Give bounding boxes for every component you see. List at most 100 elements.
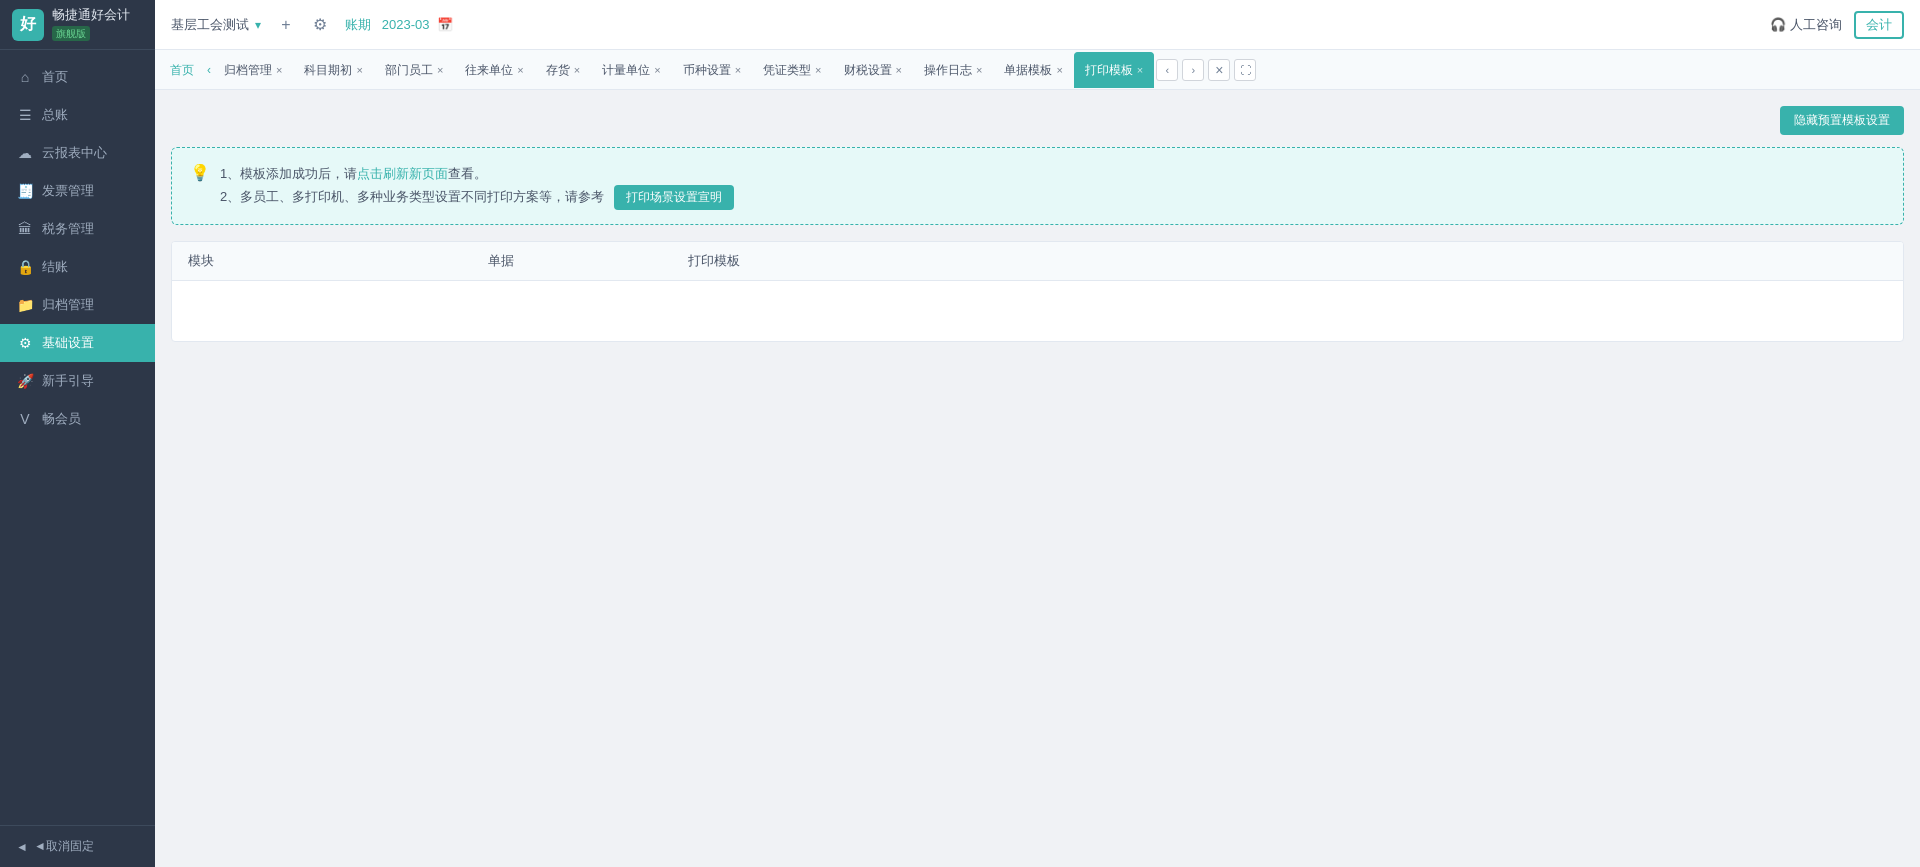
sidebar-item-label: 税务管理 — [42, 220, 94, 238]
notice-box: 💡 1、模板添加成功后，请点击刷新新页面查看。 2、多员工、多打印机、多种业务类… — [171, 147, 1904, 225]
tab-close-icon[interactable]: × — [1137, 64, 1143, 76]
tab-close-icon[interactable]: × — [815, 64, 821, 76]
sidebar-item-label: 云报表中心 — [42, 144, 107, 162]
tab-inventory[interactable]: 存货 × — [535, 52, 591, 88]
logo-text: 畅捷通好会计 旗舰版 — [52, 7, 130, 42]
logo-name: 畅捷通好会计 — [52, 7, 130, 24]
calendar-icon[interactable]: 📅 — [437, 17, 453, 32]
tab-label: 凭证类型 — [763, 62, 811, 79]
member-icon: V — [16, 411, 34, 427]
unpin-icon: ◄ — [16, 840, 28, 854]
guide-icon: 🚀 — [16, 373, 34, 389]
tab-department[interactable]: 部门员工 × — [374, 52, 454, 88]
tab-label: 单据模板 — [1004, 62, 1052, 79]
sidebar-item-guide[interactable]: 🚀 新手引导 — [0, 362, 155, 400]
headphone-icon: 🎧 — [1770, 17, 1786, 32]
tab-expand-button[interactable]: ⛶ — [1234, 59, 1256, 81]
tab-close-icon[interactable]: × — [654, 64, 660, 76]
sidebar-item-label: 畅会员 — [42, 410, 81, 428]
notice-line-1: 1、模板添加成功后，请点击刷新新页面查看。 — [220, 162, 1885, 185]
column-module: 模块 — [172, 252, 472, 270]
sidebar-item-settings[interactable]: ⚙ 基础设置 — [0, 324, 155, 362]
archive-icon: 📁 — [16, 297, 34, 313]
notice-line2-prefix: 2、多员工、多打印机、多种业务类型设置不同打印方案等，请参考 — [220, 189, 604, 204]
topbar-right: 🎧 人工咨询 会计 — [1770, 11, 1904, 39]
sidebar-item-label: 首页 — [42, 68, 68, 86]
sidebar-item-ledger[interactable]: ☰ 总账 — [0, 96, 155, 134]
ledger-icon: ☰ — [16, 107, 34, 123]
column-doc: 单据 — [472, 252, 672, 270]
logo-badge: 旗舰版 — [52, 26, 90, 41]
sidebar-item-archive[interactable]: 📁 归档管理 — [0, 286, 155, 324]
tab-label: 归档管理 — [224, 62, 272, 79]
notice-line-2: 2、多员工、多打印机、多种业务类型设置不同打印方案等，请参考 打印场景设置宣明 — [220, 185, 1885, 210]
tab-close-icon[interactable]: × — [356, 64, 362, 76]
support-label: 人工咨询 — [1790, 16, 1842, 34]
tab-unit[interactable]: 计量单位 × — [591, 52, 671, 88]
sidebar-item-member[interactable]: V 畅会员 — [0, 400, 155, 438]
sidebar-item-label: 新手引导 — [42, 372, 94, 390]
tax-icon: 🏛 — [16, 221, 34, 237]
close-accounts-icon: 🔒 — [16, 259, 34, 275]
table-body — [172, 281, 1903, 341]
settings-icon: ⚙ — [16, 335, 34, 351]
notice-lightbulb-icon: 💡 — [190, 163, 210, 182]
refresh-link[interactable]: 点击刷新新页面 — [357, 166, 448, 181]
notice-content: 💡 1、模板添加成功后，请点击刷新新页面查看。 2、多员工、多打印机、多种业务类… — [190, 162, 1885, 210]
unpin-label: ◄取消固定 — [34, 838, 94, 855]
project-dropdown-icon: ▾ — [255, 18, 261, 32]
notice-text: 1、模板添加成功后，请点击刷新新页面查看。 2、多员工、多打印机、多种业务类型设… — [220, 162, 1885, 210]
column-template: 打印模板 — [672, 252, 1903, 270]
project-selector[interactable]: 基层工会测试 ▾ — [171, 16, 261, 34]
main-area: 基层工会测试 ▾ + ⚙ 账期 2023-03 📅 🎧 人工咨询 会计 首页 ‹… — [155, 0, 1920, 867]
tab-close-icon[interactable]: × — [437, 64, 443, 76]
tab-label: 科目期初 — [304, 62, 352, 79]
tab-subject-opening[interactable]: 科目期初 × — [293, 52, 373, 88]
sidebar-item-tax[interactable]: 🏛 税务管理 — [0, 210, 155, 248]
tab-close-icon[interactable]: × — [735, 64, 741, 76]
sidebar-item-invoice[interactable]: 🧾 发票管理 — [0, 172, 155, 210]
tab-voucher-type[interactable]: 凭证类型 × — [752, 52, 832, 88]
add-tab-button[interactable]: + — [273, 12, 299, 38]
sidebar-nav: ⌂ 首页 ☰ 总账 ☁ 云报表中心 🧾 发票管理 🏛 税务管理 🔒 结账 📁 归… — [0, 50, 155, 825]
logo-icon: 好 — [12, 9, 44, 41]
tab-close-icon[interactable]: × — [1056, 64, 1062, 76]
tab-close-icon[interactable]: × — [276, 64, 282, 76]
tab-archive[interactable]: 归档管理 × — [213, 52, 293, 88]
sidebar-item-home[interactable]: ⌂ 首页 — [0, 58, 155, 96]
tab-operation-log[interactable]: 操作日志 × — [913, 52, 993, 88]
tab-close-icon[interactable]: × — [574, 64, 580, 76]
tab-contacts[interactable]: 往来单位 × — [454, 52, 534, 88]
tab-label: 财税设置 — [844, 62, 892, 79]
unpin-button[interactable]: ◄ ◄取消固定 — [0, 825, 155, 867]
tab-label: 打印模板 — [1085, 62, 1133, 79]
sidebar-item-reports[interactable]: ☁ 云报表中心 — [0, 134, 155, 172]
invoice-icon: 🧾 — [16, 183, 34, 199]
content-area: 隐藏预置模板设置 💡 1、模板添加成功后，请点击刷新新页面查看。 2、多员工、多… — [155, 90, 1920, 867]
tab-prev-button[interactable]: ‹ — [1156, 59, 1178, 81]
account-button[interactable]: 会计 — [1854, 11, 1904, 39]
tab-document-template[interactable]: 单据模板 × — [993, 52, 1073, 88]
tab-next-button[interactable]: › — [1182, 59, 1204, 81]
tab-print-template[interactable]: 打印模板 × — [1074, 52, 1154, 88]
tab-home[interactable]: 首页 — [159, 52, 205, 88]
sidebar-logo: 好 畅捷通好会计 旗舰版 — [0, 0, 155, 50]
tab-close-icon[interactable]: × — [896, 64, 902, 76]
print-scene-button[interactable]: 打印场景设置宣明 — [614, 185, 734, 210]
table-header: 模块 单据 打印模板 — [172, 242, 1903, 281]
sidebar-item-label: 发票管理 — [42, 182, 94, 200]
topbar-actions: + ⚙ — [273, 12, 333, 38]
topbar: 基层工会测试 ▾ + ⚙ 账期 2023-03 📅 🎧 人工咨询 会计 — [155, 0, 1920, 50]
tab-close-all-button[interactable]: × — [1208, 59, 1230, 81]
hide-preview-button[interactable]: 隐藏预置模板设置 — [1780, 106, 1904, 135]
tab-currency[interactable]: 币种设置 × — [672, 52, 752, 88]
nav-back-icon: ‹ — [205, 63, 213, 77]
sidebar-item-close[interactable]: 🔒 结账 — [0, 248, 155, 286]
period-value: 2023-03 — [382, 17, 430, 32]
tab-close-icon[interactable]: × — [976, 64, 982, 76]
project-name: 基层工会测试 — [171, 16, 249, 34]
settings-button[interactable]: ⚙ — [307, 12, 333, 38]
tab-close-icon[interactable]: × — [517, 64, 523, 76]
tab-tax-settings[interactable]: 财税设置 × — [833, 52, 913, 88]
support-button[interactable]: 🎧 人工咨询 — [1770, 16, 1842, 34]
